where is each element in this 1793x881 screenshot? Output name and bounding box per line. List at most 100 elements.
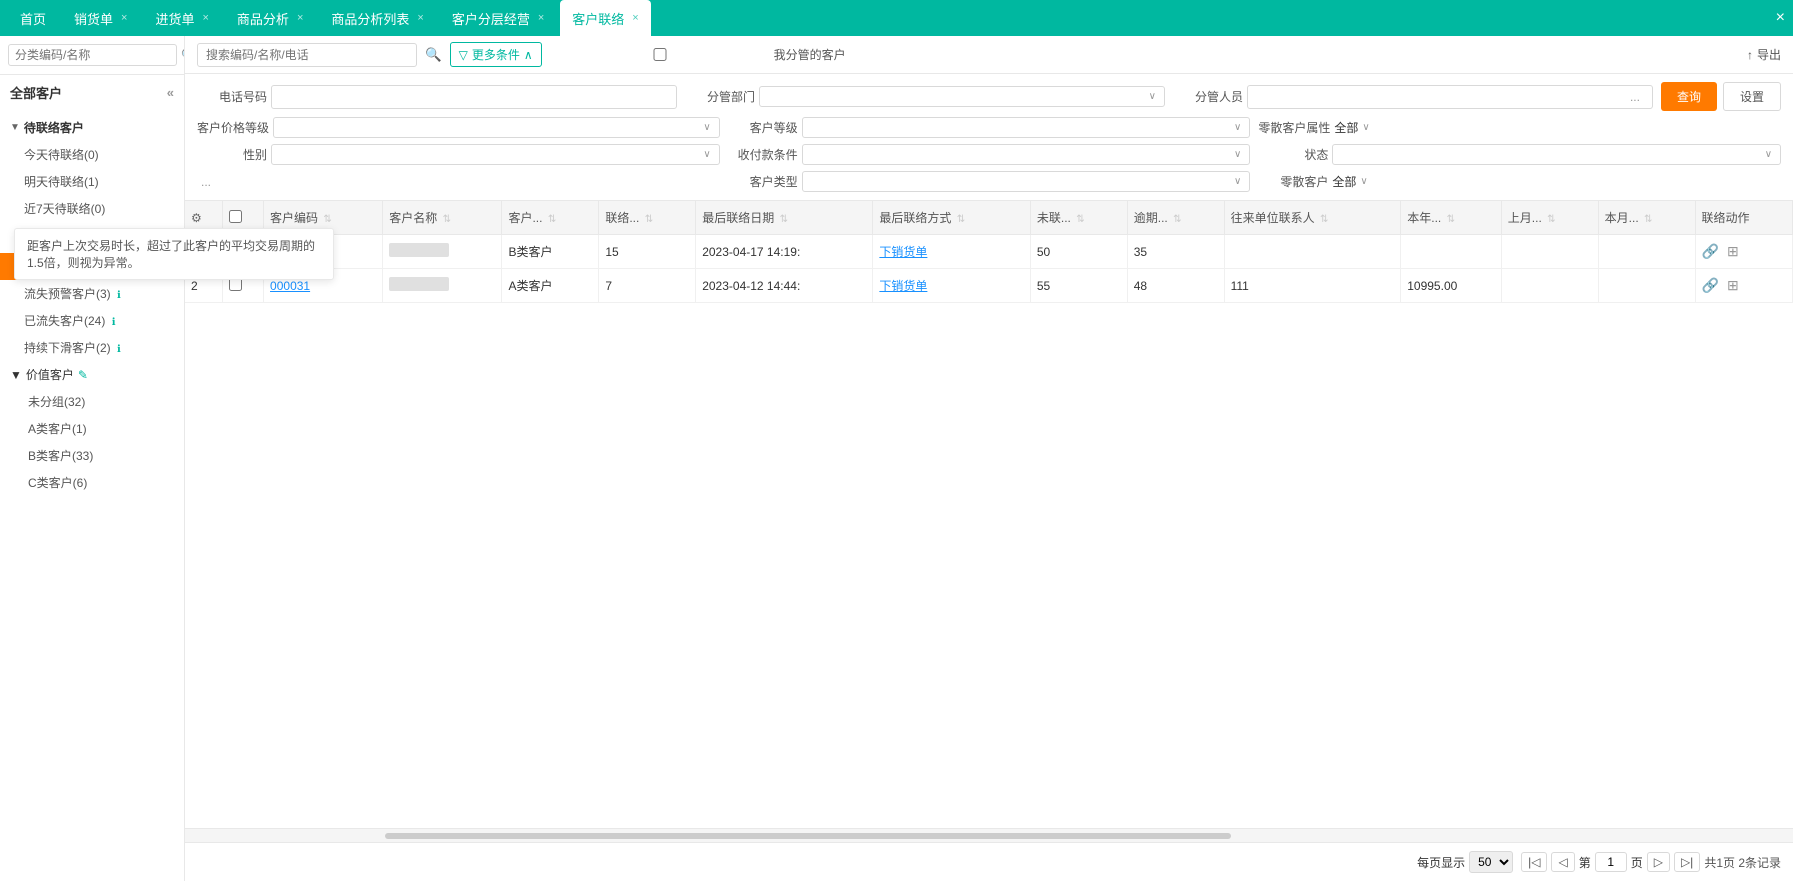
- next-page-button[interactable]: ▷: [1647, 852, 1670, 872]
- sort-icon: ⇅: [1320, 214, 1328, 225]
- table-container: ⚙ 客户编码 ⇅ 客户名称 ⇅ 客户... ⇅: [185, 201, 1793, 828]
- scroll-thumb[interactable]: [385, 833, 1231, 839]
- contact-icon[interactable]: 🔗: [1702, 277, 1719, 294]
- close-icon[interactable]: ×: [297, 12, 303, 24]
- more-conditions-button[interactable]: ▽ 更多条件 ∧: [450, 42, 542, 67]
- customer-level-select[interactable]: ∨: [802, 117, 1251, 138]
- sidebar-search-input[interactable]: [8, 44, 177, 66]
- sidebar-item-tomorrow[interactable]: 明天待联络(1): [0, 168, 184, 195]
- sidebar-item-churn-warning[interactable]: 流失预警客户(3) ℹ: [0, 280, 184, 307]
- chevron-down-icon: ∨: [1765, 149, 1772, 160]
- top-nav: 首页 销货单 × 进货单 × 商品分析 × 商品分析列表 × 客户分层经营 × …: [0, 0, 1793, 36]
- nav-tab-purchase[interactable]: 进货单 ×: [143, 0, 220, 36]
- sidebar-all-customers[interactable]: 全部客户 «: [0, 75, 184, 110]
- info-icon: ℹ: [112, 317, 116, 328]
- menu-icon[interactable]: ⊞: [1727, 277, 1739, 294]
- row1-name: [383, 235, 502, 269]
- page-number-input[interactable]: [1595, 852, 1627, 872]
- first-page-button[interactable]: |◁: [1521, 852, 1547, 872]
- customer-code-link[interactable]: 000031: [270, 279, 310, 293]
- last-method-link[interactable]: 下销货单: [879, 245, 927, 259]
- sidebar-item-class-c[interactable]: C类客户(6): [0, 469, 184, 496]
- filter-gender: 性别 ∨: [197, 144, 720, 165]
- filter-row-3: 性别 ∨ 收付款条件 ∨ 状态: [197, 144, 1781, 165]
- nav-tab-analysis[interactable]: 商品分析 ×: [225, 0, 315, 36]
- close-icon[interactable]: ×: [632, 12, 638, 24]
- collapse-icon[interactable]: «: [167, 85, 174, 100]
- search-input[interactable]: [197, 43, 417, 67]
- retail-customer-select[interactable]: 全部 ∨: [1332, 173, 1367, 190]
- gear-icon[interactable]: ⚙: [191, 211, 202, 225]
- menu-icon[interactable]: ⊞: [1727, 243, 1739, 260]
- edit-icon[interactable]: ✎: [78, 368, 88, 382]
- query-button[interactable]: 查询: [1661, 82, 1717, 111]
- close-icon[interactable]: ×: [202, 12, 208, 24]
- sort-icon: ⇅: [548, 214, 556, 225]
- nav-tab-sales[interactable]: 销货单 ×: [62, 0, 139, 36]
- sidebar: 🔍 全部客户 « ▼ 待联络客户 今天待联络(0) 明天待联络(1) 近7天待联…: [0, 36, 185, 881]
- row1-uncontacted: 50: [1030, 235, 1127, 269]
- action-icons: 🔗 ⊞: [1702, 243, 1786, 260]
- sidebar-item-churned[interactable]: 已流失客户(24) ℹ: [0, 307, 184, 334]
- price-level-select[interactable]: ∨: [273, 117, 720, 138]
- arrow-down-icon: ▼: [10, 122, 20, 133]
- manager-select[interactable]: ...: [1247, 85, 1653, 109]
- close-icon[interactable]: ×: [538, 12, 544, 24]
- row1-this-month: [1598, 235, 1695, 269]
- close-icon[interactable]: ×: [121, 12, 127, 24]
- phone-input[interactable]: [271, 85, 677, 109]
- select-all-checkbox[interactable]: [229, 210, 242, 223]
- prev-page-button[interactable]: ◁: [1551, 852, 1574, 872]
- payment-select[interactable]: ∨: [802, 144, 1251, 165]
- row1-last-method: 下销货单: [873, 235, 1030, 269]
- nav-tab-analysis-list[interactable]: 商品分析列表 ×: [319, 0, 435, 36]
- last-method-link[interactable]: 下销货单: [879, 279, 927, 293]
- nav-tab-home[interactable]: 首页: [8, 0, 58, 36]
- per-page-select[interactable]: 50: [1469, 851, 1513, 873]
- sidebar-item-declining[interactable]: 持续下滑客户(2) ℹ: [0, 334, 184, 361]
- sidebar-item-today[interactable]: 今天待联络(0): [0, 141, 184, 168]
- row1-this-year: [1401, 235, 1502, 269]
- row1-related: [1224, 235, 1401, 269]
- table-row: 2 000031 A类客户 7 2023-04-12 14:44: 下销货单: [185, 269, 1793, 303]
- row1-type: B类客户: [502, 235, 599, 269]
- setting-button[interactable]: 设置: [1723, 82, 1781, 111]
- gender-select[interactable]: ∨: [271, 144, 720, 165]
- contact-icon[interactable]: 🔗: [1702, 243, 1719, 260]
- chevron-down-icon: ∨: [1360, 176, 1367, 187]
- filter-row-1: 电话号码 分管部门 ∨ 分管人员 ...: [197, 82, 1781, 111]
- sort-icon: ⇅: [645, 214, 653, 225]
- customer-table: ⚙ 客户编码 ⇅ 客户名称 ⇅ 客户... ⇅: [185, 201, 1793, 303]
- export-icon: ↑: [1747, 48, 1753, 62]
- search-button[interactable]: 🔍: [425, 47, 442, 63]
- sidebar-all-customers-label: 全部客户: [10, 83, 62, 102]
- horizontal-scrollbar[interactable]: [185, 828, 1793, 842]
- export-button[interactable]: ↑ 导出: [1747, 46, 1781, 63]
- sidebar-item-class-b[interactable]: B类客户(33): [0, 442, 184, 469]
- filter-retail-attr: 零散客户属性 全部 ∨: [1258, 119, 1781, 136]
- sidebar-item-ungrouped[interactable]: 未分组(32): [0, 388, 184, 415]
- sidebar-value-customer-header: ▼ 价值客户 ✎: [0, 361, 184, 388]
- retail-attr-select[interactable]: 全部 ∨: [1334, 119, 1369, 136]
- close-all-button[interactable]: ×: [1776, 9, 1785, 27]
- nav-tab-customer-seg[interactable]: 客户分层经营 ×: [440, 0, 556, 36]
- last-page-button[interactable]: ▷|: [1674, 852, 1700, 872]
- col-type: 客户... ⇅: [502, 201, 599, 235]
- col-uncontacted: 未联... ⇅: [1030, 201, 1127, 235]
- my-customers-checkbox[interactable]: [550, 48, 770, 61]
- col-contact-count: 联络... ⇅: [599, 201, 696, 235]
- chevron-down-icon: ∨: [1234, 122, 1241, 133]
- content-area: 🔍 ▽ 更多条件 ∧ 我分管的客户 ↑ 导出 电话号码: [185, 36, 1793, 881]
- sidebar-group-title-pending[interactable]: ▼ 待联络客户: [0, 114, 184, 141]
- close-icon[interactable]: ×: [417, 12, 423, 24]
- customer-type-select[interactable]: ∨: [802, 171, 1251, 192]
- sidebar-item-7days[interactable]: 近7天待联络(0): [0, 195, 184, 222]
- department-select[interactable]: ∨: [759, 86, 1165, 107]
- chevron-down-icon: ∨: [1149, 91, 1156, 102]
- row2-this-month: [1598, 269, 1695, 303]
- sidebar-item-class-a[interactable]: A类客户(1): [0, 415, 184, 442]
- pagination-control: |◁ ◁ 第 页 ▷ ▷| 共1页 2条记录: [1521, 852, 1781, 872]
- nav-tab-customer-contact[interactable]: 客户联络 ×: [560, 0, 650, 36]
- customer-name-avatar: [389, 243, 449, 257]
- status-select[interactable]: ∨: [1332, 144, 1781, 165]
